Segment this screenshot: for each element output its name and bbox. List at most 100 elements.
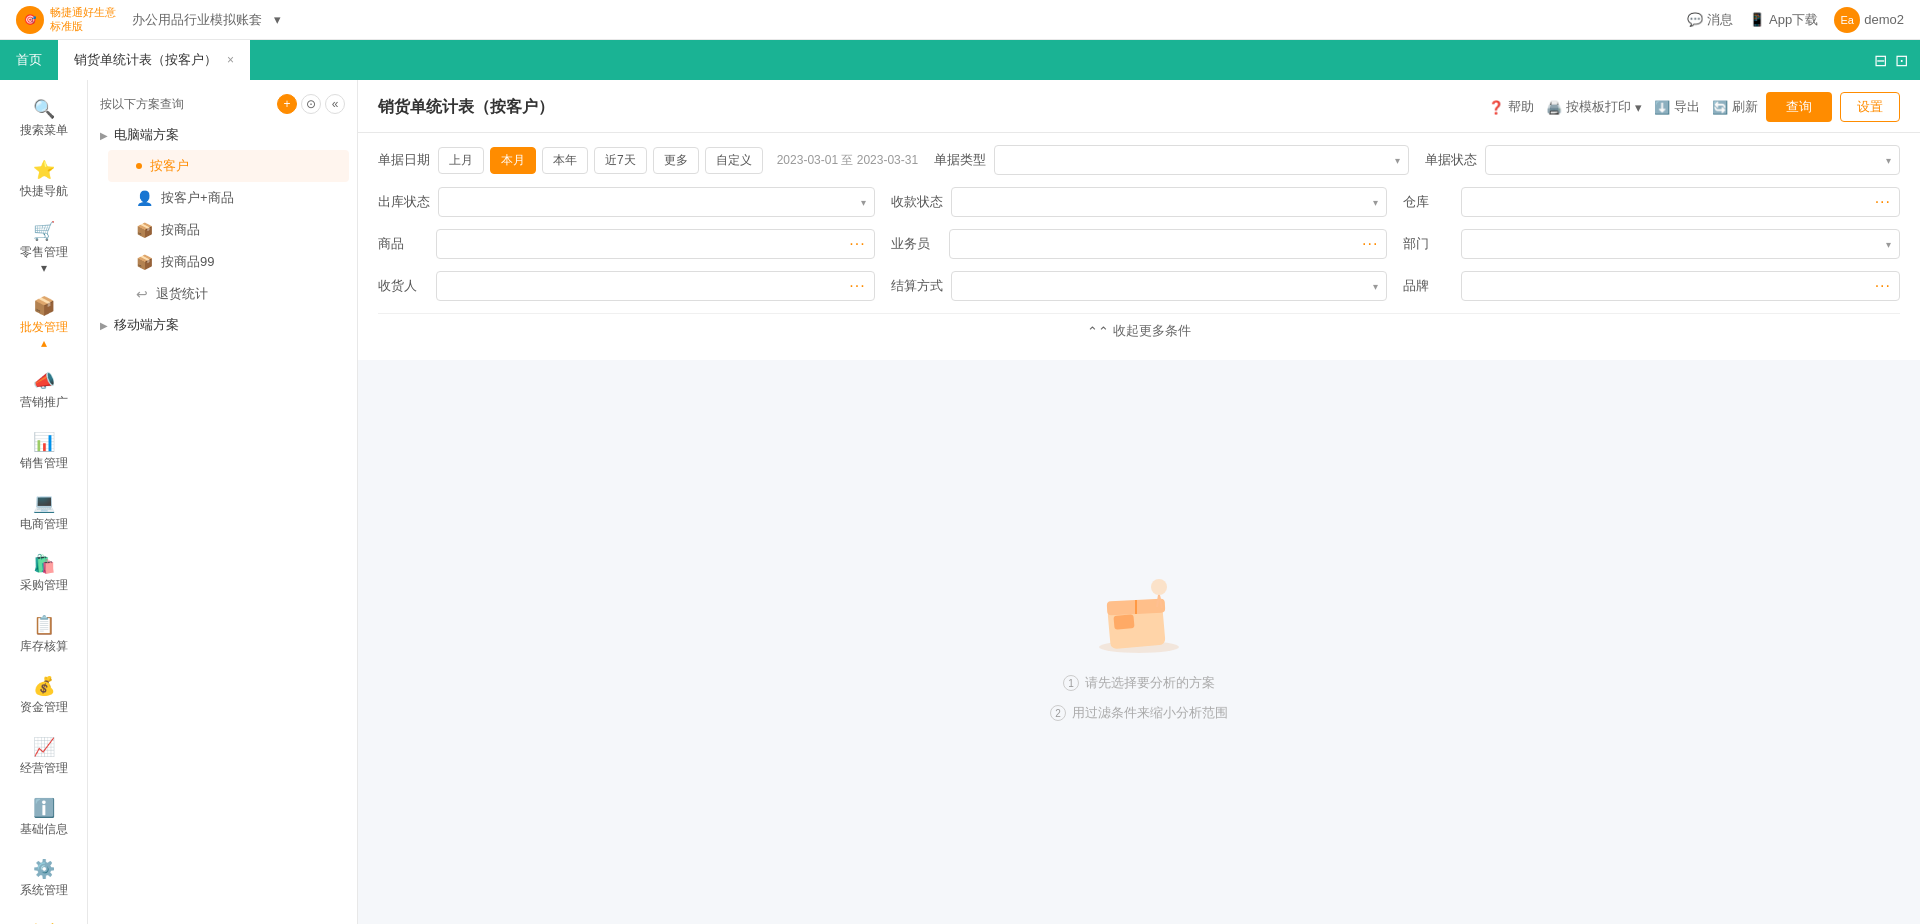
date-btn-more[interactable]: 更多 xyxy=(653,147,699,174)
sidebar-item-retail[interactable]: 🛒 零售管理 ▾ xyxy=(0,210,87,285)
page-title: 销货单统计表（按客户） xyxy=(378,97,554,118)
scheme-add-btn[interactable]: + xyxy=(277,94,297,114)
sidebar-item-basic-info[interactable]: ℹ️ 基础信息 xyxy=(0,787,87,848)
mobile-group-expand-icon: ▶ xyxy=(100,320,108,331)
sidebar-item-search[interactable]: 🔍 搜索菜单 xyxy=(0,88,87,149)
tab-home[interactable]: 首页 xyxy=(0,40,58,80)
tab-bar-actions: ⊟ ⊡ xyxy=(1874,51,1920,70)
template-print-btn[interactable]: 🖨️ 按模板打印 ▾ xyxy=(1546,98,1642,116)
top-bar-dropdown-icon[interactable]: ▾ xyxy=(274,12,281,27)
settlement-label: 结算方式 xyxy=(891,277,943,295)
dept-select[interactable]: ▾ xyxy=(1461,229,1900,259)
avatar: Ea xyxy=(1834,7,1860,33)
management-icon: 📈 xyxy=(4,736,83,758)
sidebar-item-ecommerce[interactable]: 💻 电商管理 xyxy=(0,482,87,543)
doc-status-dropdown-icon: ▾ xyxy=(1886,155,1891,166)
receiver-select[interactable]: ··· xyxy=(436,271,875,301)
filter-area: 单据日期 上月 本月 本年 近7天 更多 自定义 2023-03-01 至 20… xyxy=(358,133,1920,360)
date-btn-custom[interactable]: 自定义 xyxy=(705,147,763,174)
empty-step-2: 2 用过滤条件来缩小分析范围 xyxy=(1050,704,1228,722)
scheme-collapse-btn[interactable]: « xyxy=(325,94,345,114)
filter-dept-item: 部门 ▾ xyxy=(1403,229,1900,259)
navigation-icon: ⭐ xyxy=(4,159,83,181)
brand-label: 品牌 xyxy=(1403,277,1453,295)
salesperson-select[interactable]: ··· xyxy=(949,229,1388,259)
brand-select[interactable]: ··· xyxy=(1461,271,1900,301)
sidebar-item-inventory[interactable]: 📋 库存核算 xyxy=(0,604,87,665)
scheme-item-return[interactable]: ↩ 退货统计 xyxy=(108,278,349,310)
filter-row-4: 收货人 ··· 结算方式 ▾ 品牌 xyxy=(378,271,1900,301)
goods-select[interactable]: ··· xyxy=(436,229,875,259)
customer-goods-icon: 👤 xyxy=(136,190,153,206)
warehouse-more-icon: ··· xyxy=(1875,193,1891,211)
goods99-icon: 📦 xyxy=(136,254,153,270)
refresh-btn[interactable]: 🔄 刷新 xyxy=(1712,98,1758,116)
scheme-group-desktop-label: 电脑端方案 xyxy=(114,126,179,144)
sidebar-item-enterprise[interactable]: 🤝 企业协同 xyxy=(0,909,87,924)
receiver-label: 收货人 xyxy=(378,277,428,295)
collapse-btn[interactable]: ⌃⌃ 收起更多条件 xyxy=(1087,322,1191,340)
scheme-panel-title: 按以下方案查询 xyxy=(100,96,184,113)
settings-button[interactable]: 设置 xyxy=(1840,92,1900,122)
date-btn-this-month[interactable]: 本月 xyxy=(490,147,536,174)
top-bar-title: 办公用品行业模拟账套 xyxy=(132,11,262,29)
scheme-item-by-goods99[interactable]: 📦 按商品99 xyxy=(108,246,349,278)
settlement-select[interactable]: ▾ xyxy=(951,271,1388,301)
filter-settlement-item: 结算方式 ▾ xyxy=(891,271,1388,301)
doc-status-select[interactable]: ▾ xyxy=(1485,145,1900,175)
tab-close-icon[interactable]: × xyxy=(227,53,234,67)
tab-statistics[interactable]: 销货单统计表（按客户） × xyxy=(58,40,250,80)
receipt-status-select[interactable]: ▾ xyxy=(951,187,1388,217)
query-button[interactable]: 查询 xyxy=(1766,92,1832,122)
warehouse-select[interactable]: ··· xyxy=(1461,187,1900,217)
ecommerce-icon: 💻 xyxy=(4,492,83,514)
filter-brand-item: 品牌 ··· xyxy=(1403,271,1900,301)
collapse-row: ⌃⌃ 收起更多条件 xyxy=(378,313,1900,348)
doc-type-select[interactable]: ▾ xyxy=(994,145,1409,175)
filter-row-3: 商品 ··· 业务员 ··· 部门 xyxy=(378,229,1900,259)
app-download-btn[interactable]: 📱 App下载 xyxy=(1749,11,1818,29)
date-btn-last-7-days[interactable]: 近7天 xyxy=(594,147,647,174)
window-minimize-icon[interactable]: ⊟ xyxy=(1874,51,1887,70)
scheme-item-by-customer-goods[interactable]: 👤 按客户+商品 xyxy=(108,182,349,214)
help-btn[interactable]: ❓ 帮助 xyxy=(1488,98,1534,116)
scheme-group-mobile-label: 移动端方案 xyxy=(114,316,179,334)
date-btn-last-month[interactable]: 上月 xyxy=(438,147,484,174)
export-btn[interactable]: ⬇️ 导出 xyxy=(1654,98,1700,116)
sidebar-item-management[interactable]: 📈 经营管理 xyxy=(0,726,87,787)
sidebar-item-navigation[interactable]: ⭐ 快捷导航 xyxy=(0,149,87,210)
user-area[interactable]: Ea demo2 xyxy=(1834,7,1904,33)
finance-icon: 💰 xyxy=(4,675,83,697)
sidebar-item-sales[interactable]: 📊 销售管理 xyxy=(0,421,87,482)
scheme-item-by-goods[interactable]: 📦 按商品 xyxy=(108,214,349,246)
logo-area: 🎯 畅捷通好生意 标准版 xyxy=(16,6,116,34)
scheme-group-desktop: ▶ 电脑端方案 按客户 👤 按客户+商品 📦 按商品 xyxy=(88,120,357,310)
scheme-group-mobile-header[interactable]: ▶ 移动端方案 xyxy=(96,310,349,340)
scheme-item-by-customer[interactable]: 按客户 xyxy=(108,150,349,182)
sidebar-item-finance[interactable]: 💰 资金管理 xyxy=(0,665,87,726)
scheme-edit-btn[interactable]: ⊙ xyxy=(301,94,321,114)
retail-icon: 🛒 xyxy=(4,220,83,242)
sidebar-item-marketing[interactable]: 📣 营销推广 xyxy=(0,360,87,421)
sidebar-item-system[interactable]: ⚙️ 系统管理 xyxy=(0,848,87,909)
page-actions: ❓ 帮助 🖨️ 按模板打印 ▾ ⬇️ 导出 xyxy=(1488,98,1758,116)
window-maximize-icon[interactable]: ⊡ xyxy=(1895,51,1908,70)
page-header-actions-area: ❓ 帮助 🖨️ 按模板打印 ▾ ⬇️ 导出 xyxy=(1488,92,1900,122)
filter-receiver-item: 收货人 ··· xyxy=(378,271,875,301)
sales-icon: 📊 xyxy=(4,431,83,453)
print-icon: 🖨️ xyxy=(1546,100,1562,115)
sidebar-item-wholesale[interactable]: 📦 批发管理 ▴ xyxy=(0,285,87,360)
out-status-select[interactable]: ▾ xyxy=(438,187,875,217)
message-btn[interactable]: 💬 消息 xyxy=(1687,11,1733,29)
date-btn-this-year[interactable]: 本年 xyxy=(542,147,588,174)
tab-statistics-label: 销货单统计表（按客户） xyxy=(74,51,217,69)
date-range-display: 2023-03-01 至 2023-03-31 xyxy=(777,152,918,169)
filter-receipt-status-item: 收款状态 ▾ xyxy=(891,187,1388,217)
doc-type-dropdown-icon: ▾ xyxy=(1395,155,1400,166)
sidebar-item-purchase[interactable]: 🛍️ 采购管理 xyxy=(0,543,87,604)
basic-info-icon: ℹ️ xyxy=(4,797,83,819)
step-2-num: 2 xyxy=(1050,705,1066,721)
goods-label: 商品 xyxy=(378,235,428,253)
scheme-group-desktop-header[interactable]: ▶ 电脑端方案 xyxy=(96,120,349,150)
empty-state: 1 请先选择要分析的方案 2 用过滤条件来缩小分析范围 xyxy=(358,360,1920,924)
